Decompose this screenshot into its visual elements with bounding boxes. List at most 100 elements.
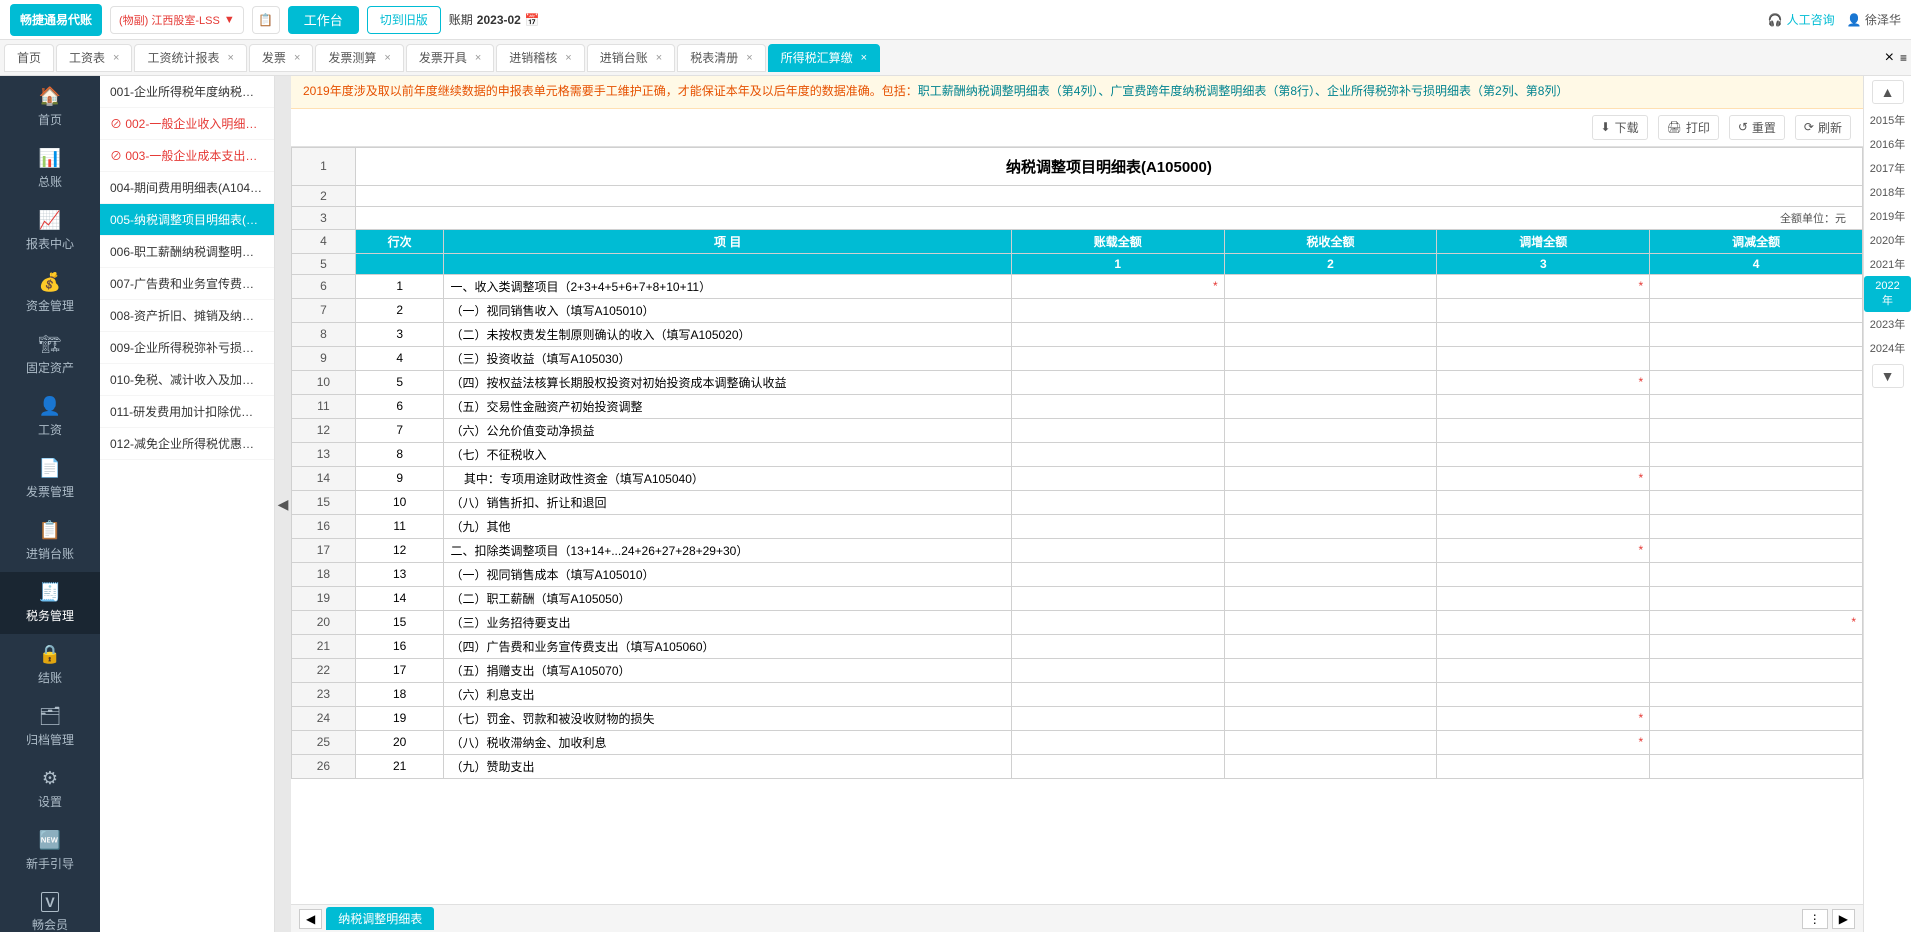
- bottom-scroll-area: ⋮ ▶: [1802, 909, 1855, 929]
- table-row: 26 21 （九）赞助支出: [292, 754, 1863, 778]
- account-period-value: 2023-02: [477, 13, 521, 27]
- sub-sidebar-item-4[interactable]: 004-期间费用明细表(A1040…: [100, 172, 274, 204]
- tab-income-tax[interactable]: 所得税汇算缴 ×: [768, 44, 880, 72]
- tab-invoice-close[interactable]: ×: [294, 52, 300, 64]
- sidebar-item-member[interactable]: V 畅会员: [0, 882, 100, 932]
- tab-salary-report[interactable]: 工资统计报表 ×: [134, 44, 246, 72]
- download-btn[interactable]: ⬇ 下载: [1592, 115, 1648, 140]
- sub-sidebar-item-6[interactable]: 006-职工薪酬纳税调整明细…: [100, 236, 274, 268]
- table-row: 25 20 （八）税收滞纳金、加收利息 *: [292, 730, 1863, 754]
- sub-sidebar-item-2[interactable]: ⊘ 002-一般企业收入明细表(A1…: [100, 108, 274, 140]
- sidebar-item-sales[interactable]: 📋 进销台账: [0, 510, 100, 572]
- sub-sidebar-item-5[interactable]: 005-纳税调整项目明细表(A1…: [100, 204, 274, 236]
- table-row: 16 11 （九）其他: [292, 514, 1863, 538]
- tab-bar: 首页 工资表 × 工资统计报表 × 发票 × 发票测算 × 发票开具 × 进销稽…: [0, 40, 1911, 76]
- spreadsheet: 1 纳税调整项目明细表(A105000) 2 3 全额单位：元: [291, 147, 1863, 779]
- tab-in-out-ledger-close[interactable]: ×: [656, 52, 662, 64]
- year-2020[interactable]: 2020年: [1868, 228, 1907, 252]
- tab-in-out-check-close[interactable]: ×: [565, 52, 571, 64]
- year-panel: ▲ 2015年 2016年 2017年 2018年 2019年 2020年 20…: [1863, 76, 1911, 932]
- user-service-btn[interactable]: 🎧 人工咨询: [1768, 11, 1835, 28]
- year-2024[interactable]: 2024年: [1868, 336, 1907, 360]
- tab-in-out-check[interactable]: 进销稽核 ×: [496, 44, 584, 72]
- workbench-button[interactable]: 工作台: [288, 6, 359, 34]
- scroll-left-btn[interactable]: ◀: [299, 909, 322, 929]
- scroll-right-btn[interactable]: ▶: [1832, 909, 1855, 929]
- old-version-button[interactable]: 切到旧版: [367, 6, 441, 34]
- collapse-sub-sidebar-btn[interactable]: ◀: [275, 76, 291, 932]
- sidebar-item-home[interactable]: 🏠 首页: [0, 76, 100, 138]
- sidebar-item-closing[interactable]: 🔒 结账: [0, 634, 100, 696]
- tab-menu-icon[interactable]: ≡: [1900, 51, 1907, 65]
- year-2021[interactable]: 2021年: [1868, 252, 1907, 276]
- year-2019[interactable]: 2019年: [1868, 204, 1907, 228]
- company-selector[interactable]: (物副) 江西股室-LSS ▼: [110, 6, 244, 34]
- table-row: 23 18 （六）利息支出: [292, 682, 1863, 706]
- sub-sidebar-item-11[interactable]: 011-研发费用加计扣除优惠…: [100, 396, 274, 428]
- year-2016[interactable]: 2016年: [1868, 132, 1907, 156]
- year-2017[interactable]: 2017年: [1868, 156, 1907, 180]
- sub-sidebar-item-1[interactable]: 001-企业所得税年度纳税申…: [100, 76, 274, 108]
- year-nav-down[interactable]: ▼: [1872, 364, 1904, 388]
- tab-in-out-ledger[interactable]: 进销台账 ×: [587, 44, 675, 72]
- tab-close-all-icon[interactable]: ×: [1885, 49, 1894, 67]
- sub-sidebar-item-9[interactable]: 009-企业所得税弥补亏损明…: [100, 332, 274, 364]
- tab-home-label: 首页: [17, 49, 41, 66]
- sidebar-item-archive[interactable]: 🗂 归档管理: [0, 696, 100, 758]
- year-2015[interactable]: 2015年: [1868, 108, 1907, 132]
- sidebar-item-invoice[interactable]: 📄 发票管理: [0, 448, 100, 510]
- tab-tax-list[interactable]: 税表清册 ×: [677, 44, 765, 72]
- refresh-btn[interactable]: ⟳ 刷新: [1795, 115, 1851, 140]
- sidebar-item-member-label: 畅会员: [32, 916, 68, 932]
- reports-icon: 📈: [39, 210, 61, 231]
- calendar-icon[interactable]: 📅: [525, 13, 540, 27]
- tab-invoice-calc-close[interactable]: ×: [384, 52, 390, 64]
- print-btn[interactable]: 🖨 打印: [1658, 115, 1719, 140]
- col-header-jianshao: 调减全额: [1650, 229, 1863, 253]
- col-subheader-1: 1: [1011, 253, 1224, 274]
- tab-invoice-calc[interactable]: 发票测算 ×: [315, 44, 403, 72]
- sub-sidebar-item-3[interactable]: ⊘ 003-一般企业成本支出明细…: [100, 140, 274, 172]
- table-row: 10 5 （四）按权益法核算长期股权投资对初始投资成本调整确认收益 *: [292, 370, 1863, 394]
- sub-sidebar-item-8[interactable]: 008-资产折旧、摊销及纳税…: [100, 300, 274, 332]
- tab-home[interactable]: 首页: [4, 44, 54, 72]
- sidebar-item-fixed[interactable]: 🏗 固定资产: [0, 324, 100, 386]
- sub-sidebar-item-7[interactable]: 007-广告费和业务宣传费明…: [100, 268, 274, 300]
- user-avatar[interactable]: 👤 徐泽华: [1847, 11, 1901, 28]
- table-row-2: 2: [292, 185, 1863, 206]
- tab-salary[interactable]: 工资表 ×: [56, 44, 132, 72]
- table-subheader-row: 5 1 2 3 4: [292, 253, 1863, 274]
- sub-sidebar-item-10[interactable]: 010-免税、减计收入及加计…: [100, 364, 274, 396]
- sidebar-item-ledger[interactable]: 📊 总账: [0, 138, 100, 200]
- company-icon-btn[interactable]: 📋: [252, 6, 280, 34]
- year-2018[interactable]: 2018年: [1868, 180, 1907, 204]
- tab-invoice[interactable]: 发票 ×: [249, 44, 313, 72]
- sidebar-item-reports[interactable]: 📈 报表中心: [0, 200, 100, 262]
- tab-salary-report-close[interactable]: ×: [227, 52, 233, 64]
- sidebar-item-salary[interactable]: 👤 工资: [0, 386, 100, 448]
- sidebar-item-salary-label: 工资: [38, 421, 62, 438]
- tab-invoice-issue-close[interactable]: ×: [475, 52, 481, 64]
- sidebar-item-tax[interactable]: 🧾 税务管理: [0, 572, 100, 634]
- tab-invoice-issue[interactable]: 发票开具 ×: [406, 44, 494, 72]
- table-row: 21 16 （四）广告费和业务宣传费支出（填写A105060）: [292, 634, 1863, 658]
- sidebar-item-guide[interactable]: 🆕 新手引导: [0, 820, 100, 882]
- bottom-tab-main[interactable]: 纳税调整明细表: [326, 907, 434, 930]
- warning-highlight: 职工薪酬纳税调整明细表（第4列）、广宣费跨年度纳税调整明细表（第8行）、企业所得…: [918, 84, 1569, 98]
- sidebar-item-assets[interactable]: 💰 资金管理: [0, 262, 100, 324]
- table-row: 22 17 （五）捐赠支出（填写A105070）: [292, 658, 1863, 682]
- table-wrapper[interactable]: 1 纳税调整项目明细表(A105000) 2 3 全额单位：元: [291, 147, 1863, 904]
- reset-btn[interactable]: ↺ 重置: [1729, 115, 1785, 140]
- tab-salary-close[interactable]: ×: [113, 52, 119, 64]
- sheet-menu-icon[interactable]: ⋮: [1802, 909, 1828, 929]
- table-row: 7 2 （一）视同销售收入（填写A105010）: [292, 298, 1863, 322]
- tab-tax-list-close[interactable]: ×: [746, 52, 752, 64]
- sub-sidebar-item-12[interactable]: 012-减免企业所得税优惠明细(…: [100, 428, 274, 460]
- year-2023[interactable]: 2023年: [1868, 312, 1907, 336]
- tab-income-tax-close[interactable]: ×: [861, 52, 867, 64]
- col-header-xiangmu: 项 目: [444, 229, 1011, 253]
- bottom-tab-bar: ◀ 纳税调整明细表 ⋮ ▶: [291, 904, 1863, 932]
- year-2022[interactable]: 2022年: [1864, 276, 1911, 312]
- year-nav-up[interactable]: ▲: [1872, 80, 1904, 104]
- sidebar-item-settings[interactable]: ⚙ 设置: [0, 758, 100, 820]
